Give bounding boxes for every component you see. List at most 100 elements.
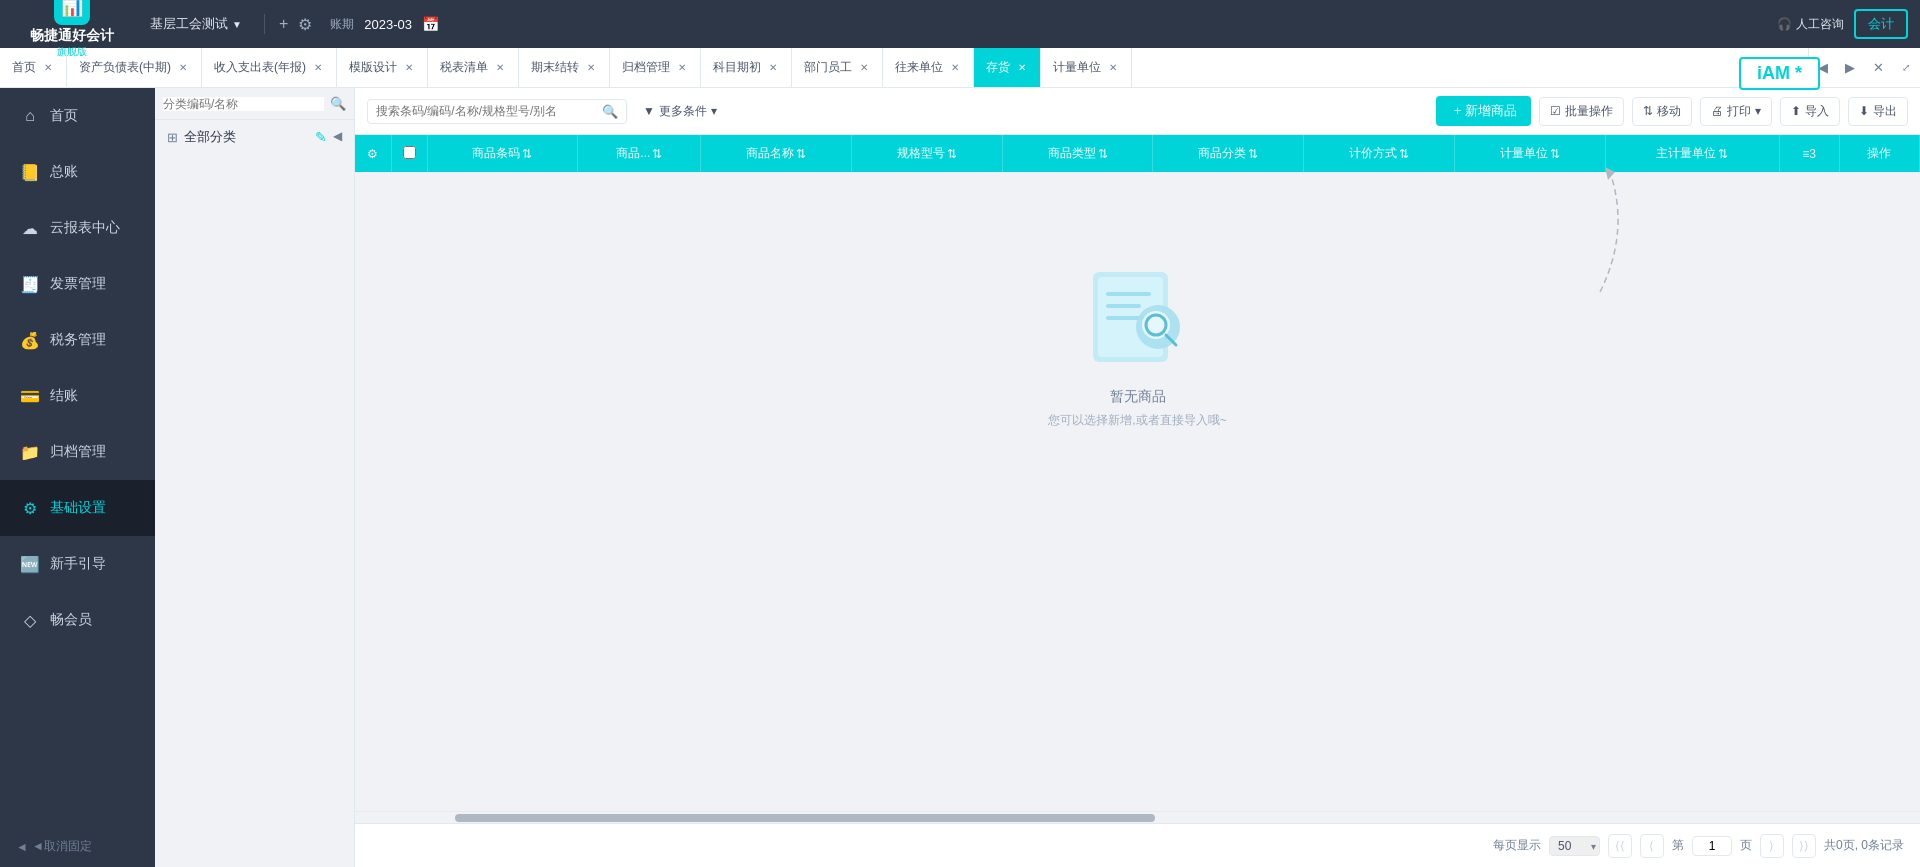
tab-scroll-right[interactable]: ▶ [1836,48,1864,88]
th-name[interactable]: 商品名称 ⇅ [701,135,852,172]
kuaiji-button[interactable]: 会计 [1854,9,1908,39]
th-category[interactable]: 商品分类 ⇅ [1153,135,1304,172]
sort-spec[interactable]: 规格型号 ⇅ [897,145,957,162]
sort-price-method[interactable]: 计价方式 ⇅ [1349,145,1409,162]
tab-close-8[interactable]: ✕ [858,61,870,74]
sort-category[interactable]: 商品分类 ⇅ [1198,145,1258,162]
sidebar-item-settle[interactable]: 💳 结账 [0,368,155,424]
th-code-label: 商品... [616,145,650,162]
tab-close-11[interactable]: ✕ [1107,61,1119,74]
move-button[interactable]: ⇅ 移动 [1632,97,1692,126]
prev-page-btn[interactable]: ⟨ [1640,834,1664,858]
sidebar-member-icon: ◇ [20,611,40,630]
sidebar: ⌂ 首页 📒 总账 ☁ 云报表中心 🧾 发票管理 💰 税务管理 💳 结账 📁 归… [0,88,155,867]
tab-10[interactable]: 存货 ✕ [974,48,1041,88]
sidebar-item-archive[interactable]: 📁 归档管理 [0,424,155,480]
tab-2[interactable]: 收入支出表(年报) ✕ [202,48,337,88]
sort-name[interactable]: 商品名称 ⇅ [746,145,806,162]
import-button[interactable]: ⬆ 导入 [1780,97,1840,126]
batch-operation-button[interactable]: ☑ 批量操作 [1539,97,1624,126]
settings-icon[interactable]: ⚙ [298,15,312,34]
category-search-input[interactable] [163,97,324,111]
sidebar-item-tax[interactable]: 💰 税务管理 [0,312,155,368]
collapse-panel-icon[interactable]: ◀ [333,129,342,145]
first-page-btn[interactable]: ⟨⟨ [1608,834,1632,858]
sidebar-item-ledger[interactable]: 📒 总账 [0,144,155,200]
tab-3[interactable]: 模版设计 ✕ [337,48,428,88]
th-barcode[interactable]: 商品条码 ⇅ [427,135,578,172]
tab-4[interactable]: 税表清单 ✕ [428,48,519,88]
sidebar-item-home[interactable]: ⌂ 首页 [0,88,155,144]
per-page-select[interactable]: 50 10 20 100 [1549,836,1600,856]
headset-icon: 🎧 [1777,17,1792,31]
th-spec[interactable]: 规格型号 ⇅ [852,135,1003,172]
sort-type[interactable]: 商品类型 ⇅ [1048,145,1108,162]
tab-close-10[interactable]: ✕ [1016,61,1028,74]
tab-close-all[interactable]: ✕ [1864,48,1892,88]
search-bar-icon[interactable]: 🔍 [602,104,618,119]
table-header-row: ⚙ 商品条码 ⇅ 商品... ⇅ 商品名称 ⇅ 规格型号 ⇅ 商品类型 ⇅ 商品… [355,135,1920,172]
company-selector[interactable]: 基层工会测试 ▼ [142,11,250,37]
sidebar-tax-icon: 💰 [20,331,40,350]
export-button[interactable]: ⬇ 导出 [1848,97,1908,126]
tab-7[interactable]: 科目期初 ✕ [701,48,792,88]
th-checkbox[interactable] [391,135,427,172]
edit-category-icon[interactable]: ✎ [315,129,327,145]
th-code[interactable]: 商品... ⇅ [578,135,701,172]
support-button[interactable]: 🎧 人工咨询 [1777,16,1844,33]
tab-label-4: 税表清单 [440,59,488,76]
tab-close-0[interactable]: ✕ [42,61,54,74]
tab-6[interactable]: 归档管理 ✕ [610,48,701,88]
sort-barcode[interactable]: 商品条码 ⇅ [472,145,532,162]
sort-main-unit[interactable]: 主计量单位 ⇅ [1656,145,1728,162]
th-type[interactable]: 商品类型 ⇅ [1002,135,1153,172]
sidebar-item-reports[interactable]: ☁ 云报表中心 [0,200,155,256]
tab-close-1[interactable]: ✕ [177,61,189,74]
filter-button[interactable]: ▼ 更多条件 ▾ [635,99,725,124]
sidebar-item-guide[interactable]: 🆕 新手引导 [0,536,155,592]
period-value: 2023-03 [364,17,412,32]
calendar-icon[interactable]: 📅 [422,16,439,32]
next-page-btn[interactable]: ⟩ [1760,834,1784,858]
category-search-icon[interactable]: 🔍 [330,96,346,111]
product-search-input[interactable] [376,104,596,118]
tab-8[interactable]: 部门员工 ✕ [792,48,883,88]
empty-subtitle: 您可以选择新增,或者直接导入哦~ [1048,412,1226,429]
tab-9[interactable]: 往来单位 ✕ [883,48,974,88]
tab-1[interactable]: 资产负债表(中期) ✕ [67,48,202,88]
th-price-method[interactable]: 计价方式 ⇅ [1304,135,1455,172]
divider [264,14,265,34]
tab-11[interactable]: 计量单位 ✕ [1041,48,1132,88]
th-main-unit-label: 主计量单位 [1656,145,1716,162]
sidebar-item-member[interactable]: ◇ 畅会员 [0,592,155,648]
toolbar: 🔍 ▼ 更多条件 ▾ + 新增商品 ☑ 批量操作 [355,88,1920,135]
print-icon: 🖨 [1711,104,1723,118]
tab-close-9[interactable]: ✕ [949,61,961,74]
horizontal-scrollbar[interactable] [355,811,1920,823]
select-all-checkbox[interactable] [403,146,416,159]
tab-close-2[interactable]: ✕ [312,61,324,74]
print-button[interactable]: 🖨 打印 ▾ [1700,97,1772,126]
th-col3[interactable]: ≡3 [1779,135,1839,172]
category-search-box: 🔍 [155,88,354,120]
add-product-button[interactable]: + 新增商品 [1436,96,1531,126]
scroll-thumb[interactable] [455,814,1155,822]
tab-0[interactable]: 首页 ✕ [0,48,67,88]
sidebar-item-invoice[interactable]: 🧾 发票管理 [0,256,155,312]
tab-close-7[interactable]: ✕ [767,61,779,74]
tab-close-4[interactable]: ✕ [494,61,506,74]
tab-close-3[interactable]: ✕ [403,61,415,74]
add-tab-icon[interactable]: + [279,15,288,33]
export-label: 导出 [1873,103,1897,120]
sidebar-item-settings[interactable]: ⚙ 基础设置 [0,480,155,536]
table-container: ⚙ 商品条码 ⇅ 商品... ⇅ 商品名称 ⇅ 规格型号 ⇅ 商品类型 ⇅ 商品… [355,135,1920,811]
tab-close-5[interactable]: ✕ [585,61,597,74]
last-page-btn[interactable]: ⟩⟩ [1792,834,1816,858]
tab-5[interactable]: 期末结转 ✕ [519,48,610,88]
sidebar-collapse-btn[interactable]: ◄ ◄取消固定 [0,826,155,867]
sort-code[interactable]: 商品... ⇅ [616,145,662,162]
tab-expand[interactable]: ⤢ [1892,48,1920,88]
page-number-input[interactable] [1692,836,1732,856]
th-settings[interactable]: ⚙ [355,135,391,172]
tab-close-6[interactable]: ✕ [676,61,688,74]
